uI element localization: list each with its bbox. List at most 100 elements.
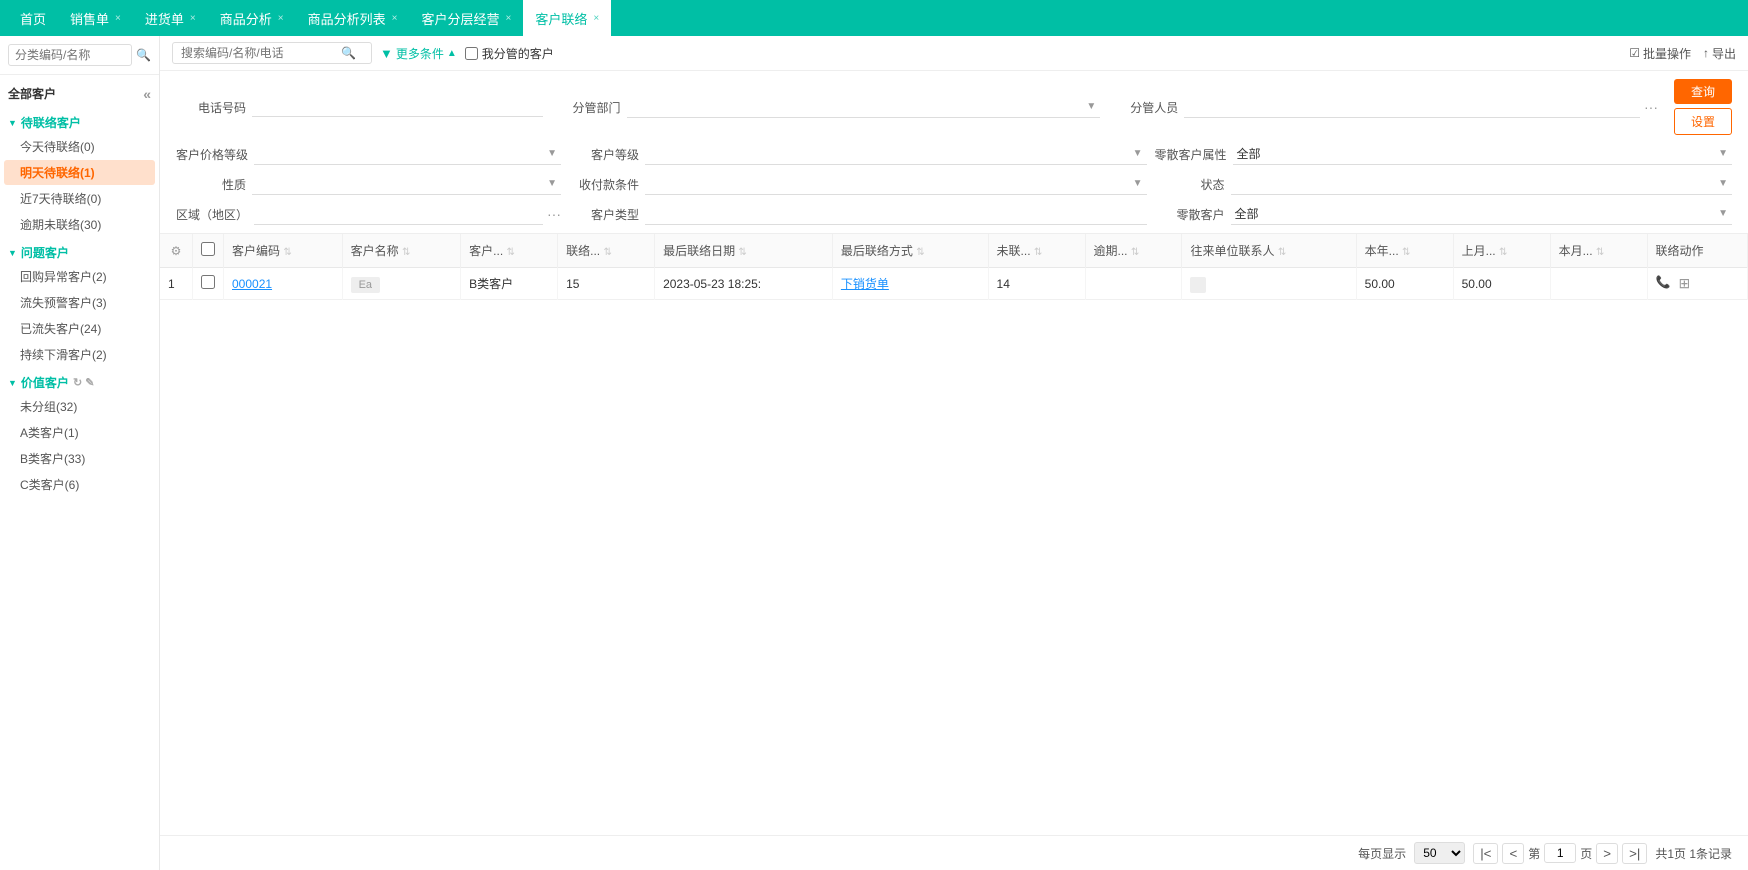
retail-attr-select[interactable]: 全部 ▼ [1233,143,1732,165]
phone-input[interactable] [252,98,543,117]
top-nav: 首页 销售单 × 进货单 × 商品分析 × 商品分析列表 × 客户分层经营 × … [0,0,1748,36]
batch-op-btn[interactable]: ☑ 批量操作 [1629,45,1691,62]
sort-icon[interactable]: ⇅ [1499,247,1507,258]
more-conditions-btn[interactable]: ▼ 更多条件 ▲ [380,45,457,62]
my-customers-toggle[interactable]: 我分管的客户 [465,45,554,62]
footer: 每页显示 50 100 200 |< < 第 页 > >| 共1页 1条记录 [160,835,1748,870]
grid-action-icon[interactable]: ⊞ [1678,275,1690,292]
col-this-month: 本月... ⇅ [1550,234,1647,268]
sort-icon[interactable]: ⇅ [1596,247,1604,258]
sidebar-item-overdue[interactable]: 逾期未联络(30) [4,212,155,237]
sort-icon[interactable]: ⇅ [1278,247,1286,258]
phone-action-icon[interactable]: 📞 [1656,275,1671,292]
filter-price-level: 客户价格等级 ▼ [176,143,561,165]
person-select[interactable] [1184,96,1640,118]
col-contact-count: 联络... ⇅ [558,234,655,268]
payment-select[interactable]: ▼ [645,173,1147,195]
customer-level-select[interactable]: ▼ [645,143,1147,165]
sort-icon[interactable]: ⇅ [1131,247,1139,258]
customer-level-label: 客户等级 [569,146,639,163]
first-page-btn[interactable]: |< [1473,843,1498,864]
sort-icon[interactable]: ⇅ [507,247,515,258]
area-select[interactable] [254,203,543,225]
nav-home[interactable]: 首页 [8,0,58,36]
sidebar-all-customers-section: 全部客户 « [0,75,159,108]
sort-icon[interactable]: ⇅ [738,247,746,258]
status-select[interactable]: ▼ [1231,173,1733,195]
nav-purchase[interactable]: 进货单 × [133,0,208,36]
collapse-icon[interactable]: « [143,86,151,102]
search-icon[interactable]: 🔍 [341,46,356,60]
cell-this-month [1550,268,1647,300]
col-this-year: 本年... ⇅ [1356,234,1453,268]
sidebar-item-churn-warning[interactable]: 流失预警客户(3) [4,290,155,315]
main-search-input[interactable] [181,46,341,60]
chevron-down-icon: ▼ [1718,178,1728,189]
close-icon: × [115,13,121,24]
sidebar-item-unclassified[interactable]: 未分组(32) [4,394,155,419]
sidebar-item-today[interactable]: 今天待联络(0) [4,134,155,159]
all-customers-title: 全部客户 « [8,81,151,106]
all-customers-label: 全部客户 [8,85,56,102]
select-all-checkbox[interactable] [201,242,215,256]
chevron-down-icon: ▼ [1718,148,1728,159]
close-icon: × [505,13,511,24]
search-icon[interactable]: 🔍 [136,48,151,62]
sort-icon[interactable]: ⇅ [1034,247,1042,258]
per-page-select[interactable]: 50 100 200 [1414,842,1465,864]
next-page-btn[interactable]: > [1596,843,1618,864]
nav-sales[interactable]: 销售单 × [58,0,133,36]
sidebar-item-c-class[interactable]: C类客户(6) [4,472,155,497]
retail-customer-select[interactable]: 全部 ▼ [1231,203,1733,225]
filter-row-4: 区域（地区） ··· 客户类型 零散客户 [176,203,1732,225]
pending-group-title: 待联络客户 [0,108,159,133]
nav-customer-contact[interactable]: 客户联络 × [523,0,611,36]
content-area: 🔍 ▼ 更多条件 ▲ 我分管的客户 ☑ 批量操作 [160,36,1748,870]
sidebar-search-input[interactable] [8,44,132,66]
set-button[interactable]: 设置 [1674,108,1732,135]
nav-product-analysis-list[interactable]: 商品分析列表 × [296,0,410,36]
filter-area: 区域（地区） ··· [176,203,561,225]
nav-customer-segment[interactable]: 客户分层经营 × [409,0,523,36]
nav-product-analysis[interactable]: 商品分析 × [208,0,296,36]
filter-customer-level: 客户等级 ▼ [569,143,1147,165]
page-suffix: 页 [1580,845,1592,862]
query-button[interactable]: 查询 [1674,79,1732,104]
app-container: 首页 销售单 × 进货单 × 商品分析 × 商品分析列表 × 客户分层经营 × … [0,0,1748,870]
cell-code[interactable]: 000021 [224,268,343,300]
sort-icon[interactable]: ⇅ [603,247,611,258]
sort-icon[interactable]: ⇅ [916,247,924,258]
sidebar-item-tomorrow[interactable]: 明天待联络(1) [4,160,155,185]
dept-select[interactable]: ▼ [627,96,1101,118]
cell-name[interactable]: Ea [342,268,461,300]
sidebar-item-abnormal[interactable]: 回购异常客户(2) [4,264,155,289]
dots-icon[interactable]: ··· [1644,99,1658,115]
nature-select[interactable]: ▼ [252,173,561,195]
sort-icon[interactable]: ⇅ [283,247,291,258]
row-checkbox[interactable] [201,275,215,289]
chevron-down-icon: ▼ [547,178,557,189]
sidebar-item-a-class[interactable]: A类客户(1) [4,420,155,445]
sidebar-item-declining[interactable]: 持续下滑客户(2) [4,342,155,367]
cell-last-method[interactable]: 下销货单 [832,268,988,300]
payment-label: 收付款条件 [569,176,639,193]
last-page-btn[interactable]: >| [1622,843,1647,864]
sidebar-item-churned[interactable]: 已流失客户(24) [4,316,155,341]
sidebar-item-7days[interactable]: 近7天待联络(0) [4,186,155,211]
my-customers-checkbox[interactable] [465,47,478,60]
price-level-select[interactable]: ▼ [254,143,561,165]
sort-icon[interactable]: ⇅ [1402,247,1410,258]
sort-icon[interactable]: ⇅ [402,247,410,258]
value-group-icons[interactable]: ↻ ✎ [73,376,95,389]
area-dots-icon[interactable]: ··· [547,206,561,222]
col-last-date: 最后联络日期 ⇅ [655,234,833,268]
search-box: 🔍 [172,42,372,64]
table-gear-icon[interactable]: ⚙ [168,243,184,259]
nature-label: 性质 [176,176,246,193]
page-number-input[interactable] [1544,843,1576,863]
customer-type-select[interactable] [645,203,1147,225]
table-body: 1 000021 Ea B类客户 15 2023-05-23 18:25: [160,268,1748,300]
export-btn[interactable]: ↑ 导出 [1703,45,1736,62]
prev-page-btn[interactable]: < [1502,843,1524,864]
sidebar-item-b-class[interactable]: B类客户(33) [4,446,155,471]
